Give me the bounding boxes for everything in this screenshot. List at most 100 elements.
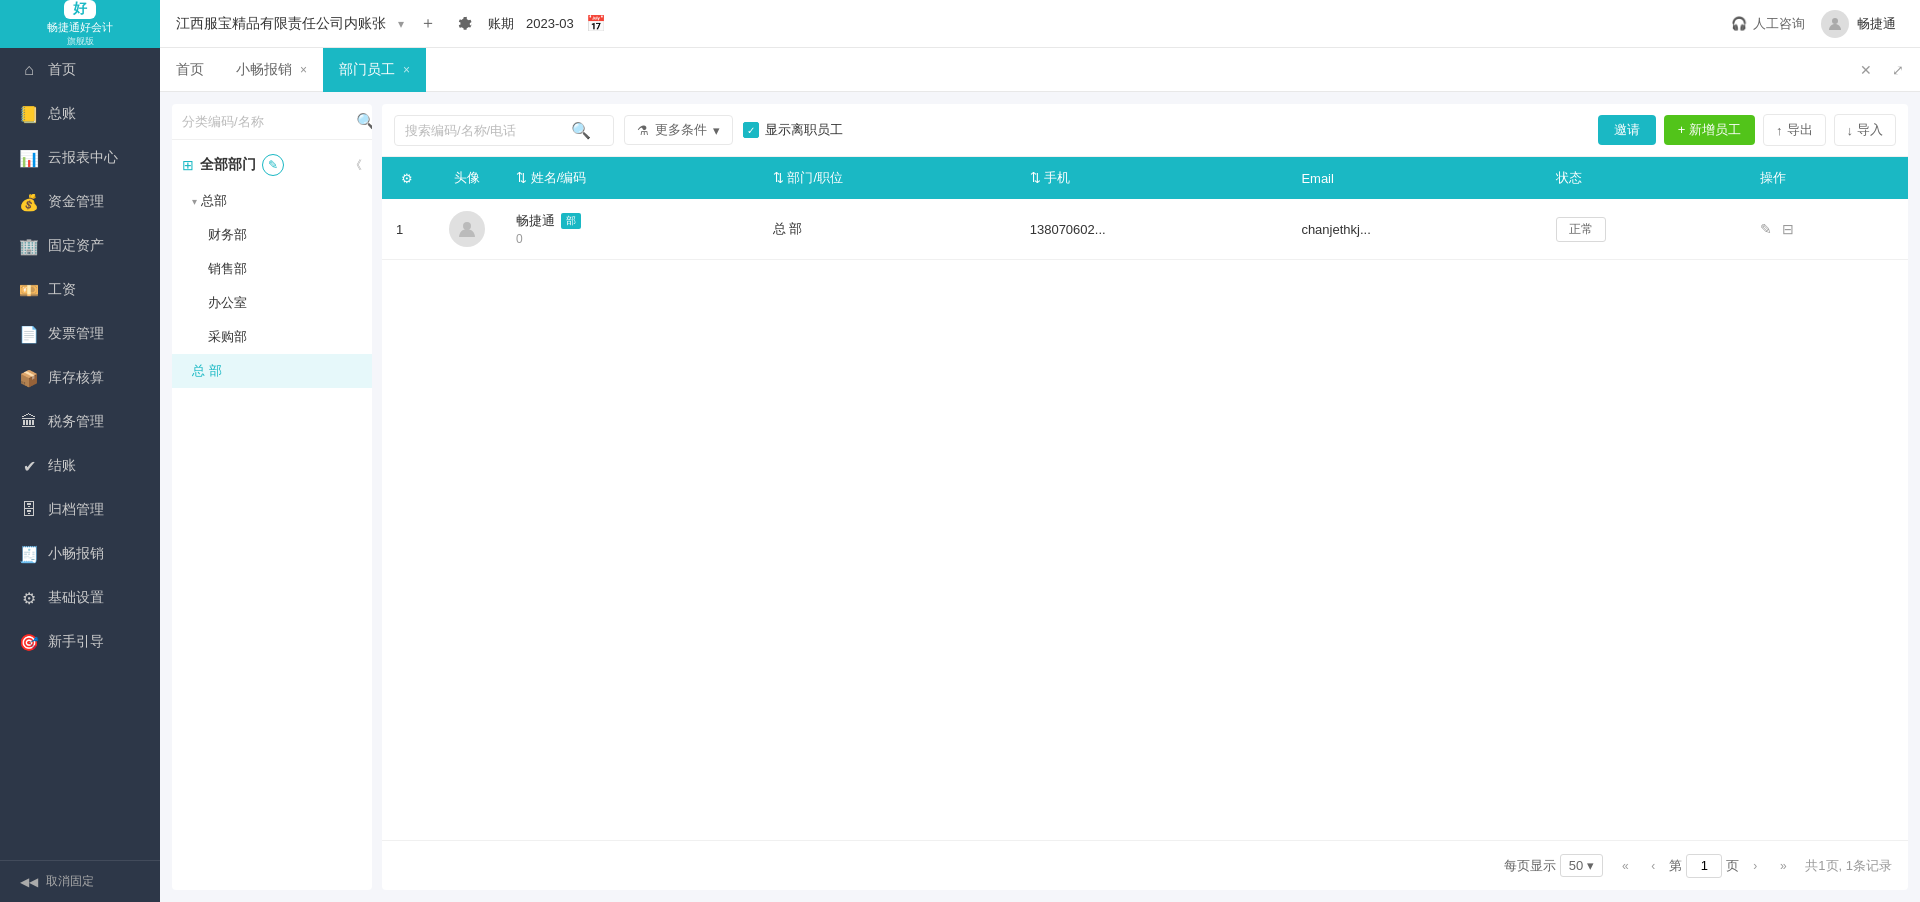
sidebar-item-assets[interactable]: 🏢 固定资产: [0, 224, 160, 268]
col-email-label: Email: [1301, 171, 1334, 186]
sidebar-item-home[interactable]: ⌂ 首页: [0, 48, 160, 92]
dept-collapse-button[interactable]: 《: [350, 157, 362, 174]
sidebar-item-checkout[interactable]: ✔ 结账: [0, 444, 160, 488]
col-settings[interactable]: ⚙: [382, 157, 432, 199]
dept-node-label: 总部: [201, 192, 227, 210]
dept-node-purchase-label: 采购部: [208, 328, 247, 346]
col-phone-label: 手机: [1044, 170, 1070, 185]
page-size-select[interactable]: 50 ▾: [1560, 854, 1603, 877]
dept-search-input[interactable]: [182, 114, 350, 129]
employee-search-icon[interactable]: 🔍: [571, 121, 591, 140]
dept-node-sales[interactable]: 销售部: [172, 252, 372, 286]
row-logout-button[interactable]: ⊟: [1782, 221, 1794, 237]
guide-icon: 🎯: [20, 633, 38, 651]
dept-tree: ⊞ 全部部门 ✎ 《 ▾ 总部 财务部 销售部: [172, 140, 372, 890]
sidebar-item-settings[interactable]: ⚙ 基础设置: [0, 576, 160, 620]
tab-dept-close[interactable]: ×: [403, 63, 410, 77]
dept-node-zongbu[interactable]: ▾ 总部: [172, 184, 372, 218]
col-name-label: 姓名/编码: [531, 170, 587, 185]
dept-search-icon[interactable]: 🔍: [356, 112, 372, 131]
last-page-icon: »: [1780, 859, 1787, 873]
col-name-code[interactable]: ⇅ 姓名/编码: [502, 157, 759, 199]
sidebar-item-guide[interactable]: 🎯 新手引导: [0, 620, 160, 664]
sidebar-item-salary[interactable]: 💴 工资: [0, 268, 160, 312]
col-settings-icon: ⚙: [401, 171, 413, 186]
col-dept-position[interactable]: ⇅ 部门/职位: [759, 157, 1016, 199]
dept-expand-arrow: ▾: [192, 196, 197, 207]
row-status-badge: 正常: [1556, 217, 1606, 242]
tab-close-button[interactable]: ✕: [1852, 56, 1880, 84]
dept-node-office[interactable]: 办公室: [172, 286, 372, 320]
row-avatar-cell: [432, 199, 502, 260]
col-action: 操作: [1746, 157, 1908, 199]
dept-node-purchase[interactable]: 采购部: [172, 320, 372, 354]
last-page-button[interactable]: »: [1771, 854, 1795, 878]
page-navigation: « ‹ 第 页 › »: [1613, 854, 1795, 878]
sidebar-item-reports[interactable]: 📊 云报表中心: [0, 136, 160, 180]
sidebar-item-expenses[interactable]: 🧾 小畅报销: [0, 532, 160, 576]
employee-search-input[interactable]: [405, 123, 565, 138]
next-page-button[interactable]: ›: [1743, 854, 1767, 878]
sidebar-item-archive[interactable]: 🗄 归档管理: [0, 488, 160, 532]
tab-maximize-button[interactable]: ⤢: [1884, 56, 1912, 84]
sidebar-label-capital: 资金管理: [48, 193, 104, 211]
calendar-icon[interactable]: 📅: [586, 14, 606, 33]
row-action-cell: ✎ ⊟: [1746, 199, 1908, 260]
first-page-icon: «: [1622, 859, 1629, 873]
first-page-button[interactable]: «: [1613, 854, 1637, 878]
dept-edit-button[interactable]: ✎: [262, 154, 284, 176]
col-phone[interactable]: ⇅ 手机: [1016, 157, 1288, 199]
prev-page-button[interactable]: ‹: [1641, 854, 1665, 878]
tab-bar: 首页 小畅报销 × 部门员工 × ✕ ⤢: [160, 48, 1920, 92]
sidebar-label-salary: 工资: [48, 281, 76, 299]
dept-all-header[interactable]: ⊞ 全部部门 ✎ 《: [172, 146, 372, 184]
show-resigned-checkbox[interactable]: ✓: [743, 122, 759, 138]
tab-expenses-close[interactable]: ×: [300, 63, 307, 77]
tab-home[interactable]: 首页: [160, 48, 220, 92]
sidebar-item-tax[interactable]: 🏛 税务管理: [0, 400, 160, 444]
invite-button[interactable]: 邀请: [1598, 115, 1656, 145]
sidebar-label-inventory: 库存核算: [48, 369, 104, 387]
sidebar-item-invoice[interactable]: 📄 发票管理: [0, 312, 160, 356]
add-employee-button[interactable]: + 新增员工: [1664, 115, 1755, 145]
company-dropdown-icon[interactable]: ▾: [398, 17, 404, 31]
service-button[interactable]: 🎧 人工咨询: [1731, 15, 1805, 33]
user-name: 畅捷通: [1857, 15, 1896, 33]
sidebar-item-capital[interactable]: 💰 资金管理: [0, 180, 160, 224]
row-name-code-cell: 畅捷通 部 0: [502, 199, 759, 260]
add-tab-button[interactable]: ＋: [416, 12, 440, 36]
page-number-input[interactable]: [1686, 854, 1722, 878]
assets-icon: 🏢: [20, 237, 38, 255]
dept-node-general-hq[interactable]: 总 部: [172, 354, 372, 388]
employee-search-box: 🔍: [394, 115, 614, 146]
content-area: 首页 小畅报销 × 部门员工 × ✕ ⤢ 🔍: [160, 48, 1920, 902]
service-label: 人工咨询: [1753, 15, 1805, 33]
sidebar-item-ledger[interactable]: 📒 总账: [0, 92, 160, 136]
page-size-dropdown-icon: ▾: [1587, 858, 1594, 873]
expenses-icon: 🧾: [20, 545, 38, 563]
row-edit-button[interactable]: ✎: [1760, 221, 1772, 237]
import-button[interactable]: ↓ 导入: [1834, 114, 1897, 146]
settings-gear-icon[interactable]: [452, 12, 476, 36]
page-content: 🔍 ⊞ 全部部门 ✎ 《 ▾ 总部 财务部: [160, 92, 1920, 902]
tab-dept-employee[interactable]: 部门员工 ×: [323, 48, 426, 92]
top-middle: 江西服宝精品有限责任公司内账张 ▾ ＋ 账期 2023-03 📅: [160, 12, 1731, 36]
sidebar-label-archive: 归档管理: [48, 501, 104, 519]
row-name-row: 畅捷通 部: [516, 212, 745, 230]
user-area[interactable]: 畅捷通: [1821, 10, 1896, 38]
dept-node-general-hq-label: 总 部: [192, 362, 222, 380]
sidebar-pin-toggle[interactable]: ◀◀ 取消固定: [0, 860, 160, 902]
sidebar-item-inventory[interactable]: 📦 库存核算: [0, 356, 160, 400]
user-avatar: [1821, 10, 1849, 38]
dept-node-finance[interactable]: 财务部: [172, 218, 372, 252]
row-action-buttons: ✎ ⊟: [1760, 221, 1894, 237]
tab-expenses-label: 小畅报销: [236, 61, 292, 79]
export-button[interactable]: ↑ 导出: [1763, 114, 1826, 146]
col-status-label: 状态: [1556, 170, 1582, 185]
table-row: 1: [382, 199, 1908, 260]
prev-page-icon: ‹: [1651, 859, 1655, 873]
tab-expenses[interactable]: 小畅报销 ×: [220, 48, 323, 92]
top-bar: 好 畅捷通好会计 旗舰版 江西服宝精品有限责任公司内账张 ▾ ＋ 账期 2023…: [0, 0, 1920, 48]
more-filter-button[interactable]: ⚗ 更多条件 ▾: [624, 115, 733, 145]
row-dept-value: 总 部: [773, 221, 803, 236]
